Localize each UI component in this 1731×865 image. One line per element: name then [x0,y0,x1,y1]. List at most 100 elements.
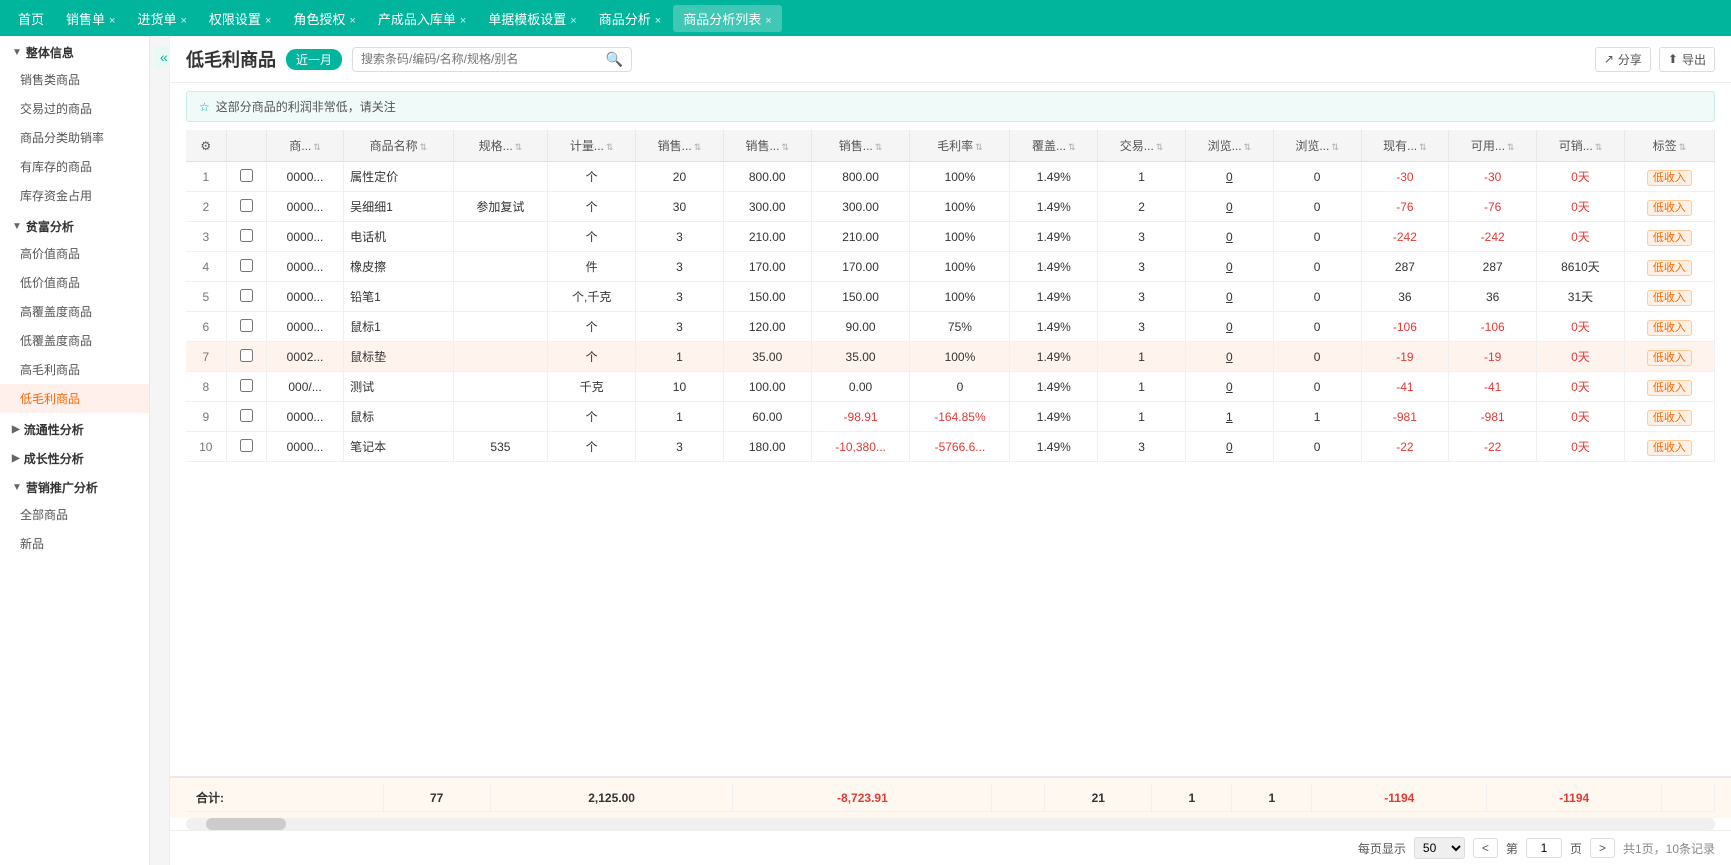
sidebar-group-growth[interactable]: ▶成长性分析 [0,442,149,471]
nav-item-analysis[interactable]: 商品分析× [589,5,671,32]
row-checkbox[interactable] [226,402,266,432]
row-browse1[interactable]: 0 [1185,252,1273,282]
sidebar-group-overall[interactable]: ▼整体信息 [0,36,149,65]
row-checkbox[interactable] [226,162,266,192]
row-select-checkbox[interactable] [240,319,253,332]
nav-close-products[interactable]: × [460,15,466,27]
sidebar-group-marketing[interactable]: ▼营销推广分析 [0,471,149,500]
col-header-coverage[interactable]: 覆盖...⇅ [1010,130,1098,162]
nav-item-template[interactable]: 单据模板设置× [478,5,586,32]
sort-icon[interactable]: ⇅ [515,142,523,152]
sidebar-item-traded-goods[interactable]: 交易过的商品 [0,94,149,123]
row-browse1[interactable]: 0 [1185,282,1273,312]
sort-icon[interactable]: ⇅ [420,142,428,152]
browse-link[interactable]: 0 [1226,320,1233,334]
sort-icon[interactable]: ⇅ [1244,142,1252,152]
sort-icon[interactable]: ⇅ [1331,142,1339,152]
sort-icon[interactable]: ⇅ [1507,142,1515,152]
nav-item-permissions[interactable]: 权限设置× [199,5,281,32]
row-checkbox[interactable] [226,222,266,252]
nav-close-template[interactable]: × [570,15,576,27]
col-header-gross-rate[interactable]: 毛利率⇅ [910,130,1010,162]
sort-icon[interactable]: ⇅ [694,142,702,152]
col-header-spec[interactable]: 规格...⇅ [453,130,548,162]
next-page-button[interactable]: > [1590,838,1615,858]
row-select-checkbox[interactable] [240,199,253,212]
row-select-checkbox[interactable] [240,289,253,302]
sidebar-item-low-coverage[interactable]: 低覆盖度商品 [0,326,149,355]
browse-link[interactable]: 0 [1226,170,1233,184]
sort-icon[interactable]: ⇅ [1156,142,1164,152]
prev-page-button[interactable]: < [1473,838,1498,858]
table-container[interactable]: ⚙商...⇅商品名称⇅规格...⇅计量...⇅销售...⇅销售...⇅销售...… [170,130,1731,776]
nav-item-sales[interactable]: 销售单× [56,5,125,32]
sidebar-item-high-value[interactable]: 高价值商品 [0,239,149,268]
row-checkbox[interactable] [226,312,266,342]
row-browse1[interactable]: 0 [1185,372,1273,402]
sort-icon[interactable]: ⇅ [1679,142,1687,152]
row-browse1[interactable]: 0 [1185,432,1273,462]
sidebar-item-sales-goods[interactable]: 销售类商品 [0,65,149,94]
nav-item-purchase[interactable]: 进货单× [127,5,196,32]
export-button[interactable]: ⬆ 导出 [1659,47,1715,72]
col-header-browse2[interactable]: 浏览...⇅ [1273,130,1361,162]
row-select-checkbox[interactable] [240,409,253,422]
sidebar-item-capital[interactable]: 库存资金占用 [0,181,149,210]
nav-close-purchase[interactable]: × [180,15,186,27]
sidebar-item-new-goods[interactable]: 新品 [0,529,149,558]
row-select-checkbox[interactable] [240,439,253,452]
nav-item-analysis-list[interactable]: 商品分析列表× [673,5,781,32]
col-header-sales-price[interactable]: 销售...⇅ [723,130,811,162]
browse-link[interactable]: 0 [1226,380,1233,394]
scrollbar-thumb[interactable] [206,818,286,830]
row-browse1[interactable]: 0 [1185,222,1273,252]
row-browse1[interactable]: 0 [1185,312,1273,342]
row-select-checkbox[interactable] [240,349,253,362]
browse-link[interactable]: 0 [1226,260,1233,274]
nav-close-permissions[interactable]: × [265,15,271,27]
row-browse1[interactable]: 0 [1185,162,1273,192]
sort-icon[interactable]: ⇅ [1595,142,1603,152]
browse-link[interactable]: 0 [1226,290,1233,304]
row-checkbox[interactable] [226,372,266,402]
row-checkbox[interactable] [226,252,266,282]
search-icon[interactable]: 🔍 [606,51,623,68]
row-checkbox[interactable] [226,342,266,372]
sidebar-group-richpoor[interactable]: ▼贫富分析 [0,210,149,239]
sidebar-item-high-profit[interactable]: 高毛利商品 [0,355,149,384]
nav-close-roles[interactable]: × [349,15,355,27]
sort-icon[interactable]: ⇅ [875,142,883,152]
row-browse1[interactable]: 1 [1185,402,1273,432]
time-tag-button[interactable]: 近一月 [286,49,342,70]
col-header-trade[interactable]: 交易...⇅ [1098,130,1186,162]
browse-link[interactable]: 1 [1226,410,1233,424]
sort-icon[interactable]: ⇅ [313,142,321,152]
col-header-sales-gross[interactable]: 销售...⇅ [811,130,910,162]
col-header-sales-qty[interactable]: 销售...⇅ [636,130,724,162]
sidebar-item-category-sales[interactable]: 商品分类助销率 [0,123,149,152]
sort-icon[interactable]: ⇅ [1419,142,1427,152]
browse-link[interactable]: 0 [1226,350,1233,364]
col-header-current[interactable]: 现有...⇅ [1361,130,1449,162]
col-header-name[interactable]: 商品名称⇅ [344,130,454,162]
row-select-checkbox[interactable] [240,379,253,392]
browse-link[interactable]: 0 [1226,230,1233,244]
page-input[interactable] [1526,838,1562,858]
browse-link[interactable]: 0 [1226,200,1233,214]
nav-item-products[interactable]: 产成品入库单× [368,5,476,32]
sort-icon[interactable]: ⇅ [781,142,789,152]
row-select-checkbox[interactable] [240,169,253,182]
sort-icon[interactable]: ⇅ [606,142,614,152]
row-checkbox[interactable] [226,192,266,222]
horizontal-scrollbar[interactable] [186,818,1715,830]
sidebar-item-in-stock[interactable]: 有库存的商品 [0,152,149,181]
sidebar-group-flow[interactable]: ▶流通性分析 [0,413,149,442]
col-header-available[interactable]: 可用...⇅ [1449,130,1537,162]
row-browse1[interactable]: 0 [1185,342,1273,372]
sidebar-item-low-profit[interactable]: 低毛利商品 [0,384,149,413]
row-checkbox[interactable] [226,282,266,312]
nav-close-sales[interactable]: × [109,15,115,27]
col-header-browse1[interactable]: 浏览...⇅ [1185,130,1273,162]
search-input[interactable] [361,52,606,66]
row-select-checkbox[interactable] [240,229,253,242]
